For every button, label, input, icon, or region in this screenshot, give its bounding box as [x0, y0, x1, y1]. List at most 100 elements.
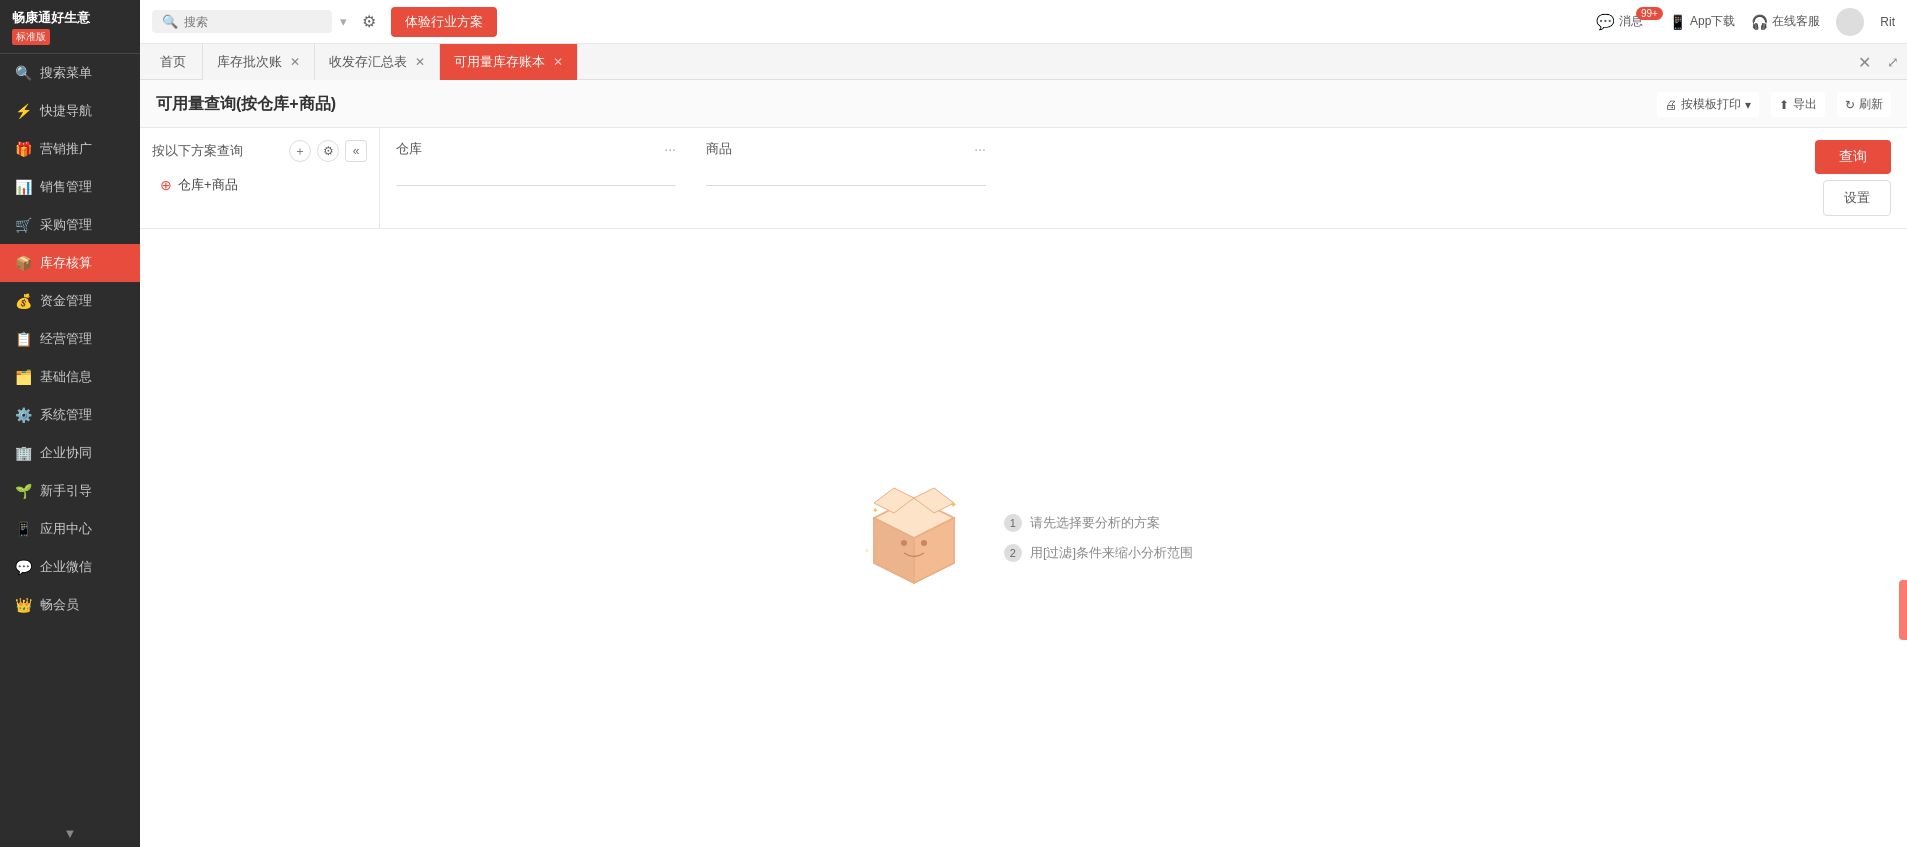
sidebar-item-label: 企业微信: [40, 558, 92, 576]
username-label: Rit: [1880, 15, 1895, 29]
app-download-button[interactable]: 📱 App下载: [1669, 13, 1735, 30]
sidebar-item-label: 采购管理: [40, 216, 92, 234]
export-button[interactable]: ⬆ 导出: [1771, 92, 1825, 117]
sidebar-item-sales[interactable]: 📊 销售管理: [0, 168, 140, 206]
app-download-label: App下载: [1690, 13, 1735, 30]
add-scheme-button[interactable]: ＋: [289, 140, 311, 162]
trial-industry-button[interactable]: 体验行业方案: [391, 7, 497, 37]
sidebar-item-label: 系统管理: [40, 406, 92, 424]
empty-tips: 1 请先选择要分析的方案 2 用[过滤]条件来缩小分析范围: [1004, 514, 1193, 562]
sidebar-item-label: 应用中心: [40, 520, 92, 538]
tip-text-1: 请先选择要分析的方案: [1030, 514, 1160, 532]
print-button[interactable]: 🖨 按模板打印 ▾: [1657, 92, 1759, 117]
warehouse-filter-field: 仓库 ···: [396, 140, 676, 186]
money-icon: 💰: [14, 293, 32, 309]
close-tab-available-ledger[interactable]: ✕: [553, 55, 563, 69]
cart-icon: 🛒: [14, 217, 32, 233]
sidebar-item-label: 销售管理: [40, 178, 92, 196]
product-more-button[interactable]: ···: [974, 141, 986, 157]
settings-button[interactable]: 设置: [1823, 180, 1891, 216]
chevron-down-icon[interactable]: ▾: [340, 14, 347, 29]
query-button[interactable]: 查询: [1815, 140, 1891, 174]
online-service-label: 在线客服: [1772, 13, 1820, 30]
gift-icon: 🎁: [14, 141, 32, 157]
sidebar-item-label: 企业协同: [40, 444, 92, 462]
sidebar-item-label: 库存核算: [40, 254, 92, 272]
sidebar-item-label: 畅会员: [40, 596, 79, 614]
close-tab-receive-summary[interactable]: ✕: [415, 55, 425, 69]
sidebar-item-label: 经营管理: [40, 330, 92, 348]
expand-tabs-button[interactable]: ⤢: [1887, 54, 1899, 70]
chat-icon: 💬: [14, 559, 32, 575]
chart-icon: 📊: [14, 179, 32, 195]
empty-box-svg: ✦ ✦ ✧: [854, 478, 974, 598]
filter-sidebar-actions: ＋ ⚙ «: [289, 140, 367, 162]
close-tab-batch-account[interactable]: ✕: [290, 55, 300, 69]
settings-scheme-button[interactable]: ⚙: [317, 140, 339, 162]
tab-receive-summary[interactable]: 收发存汇总表 ✕: [315, 44, 440, 80]
sidebar-item-purchase[interactable]: 🛒 采购管理: [0, 206, 140, 244]
product-input[interactable]: [706, 162, 986, 186]
filter-fields: 仓库 ··· 商品 ··· 查询 设置: [380, 128, 1907, 228]
message-badge: 99+: [1636, 7, 1663, 20]
sidebar-item-finance[interactable]: 💰 资金管理: [0, 282, 140, 320]
sidebar-item-label: 资金管理: [40, 292, 92, 310]
tip-num-1: 1: [1004, 514, 1022, 532]
brand-sub: 标准版: [12, 29, 50, 45]
avatar[interactable]: [1836, 8, 1864, 36]
topbar: 🔍 ▾ ⚙ 体验行业方案 💬 消息 99+ 📱 App下载 🎧 在线客服 Rit: [140, 0, 1907, 44]
close-all-tabs-button[interactable]: ✕: [1858, 52, 1871, 71]
warehouse-field-label: 仓库 ···: [396, 140, 676, 158]
filter-area: 按以下方案查询 ＋ ⚙ « ⊕ 仓库+商品 仓库 ···: [140, 128, 1907, 229]
edge-scrollbar[interactable]: [1899, 580, 1907, 640]
sidebar-item-corp[interactable]: 🏢 企业协同: [0, 434, 140, 472]
tab-batch-account[interactable]: 库存批次账 ✕: [203, 44, 315, 80]
svg-point-6: [901, 540, 907, 546]
sidebar-item-label: 基础信息: [40, 368, 92, 386]
page-header: 可用量查询(按仓库+商品) 🖨 按模板打印 ▾ ⬆ 导出 ↻ 刷新: [140, 80, 1907, 128]
sidebar-header: 畅康通好生意 标准版: [0, 0, 140, 54]
sidebar-item-system[interactable]: ⚙️ 系统管理: [0, 396, 140, 434]
sidebar-scroll-down[interactable]: ▼: [0, 820, 140, 847]
empty-state: ✦ ✦ ✧ 1 请先选择要分析的方案 2 用[过滤]条件来缩小分析范围: [140, 229, 1907, 847]
filter-section-label: 按以下方案查询: [152, 142, 243, 160]
refresh-button[interactable]: ↻ 刷新: [1837, 92, 1891, 117]
svg-text:✧: ✧: [864, 547, 870, 554]
sidebar-item-label: 新手引导: [40, 482, 92, 500]
sidebar-item-quick[interactable]: ⚡ 快捷导航: [0, 92, 140, 130]
sidebar-item-newbie[interactable]: 🌱 新手引导: [0, 472, 140, 510]
topbar-right: 💬 消息 99+ 📱 App下载 🎧 在线客服 Rit: [1596, 8, 1895, 36]
sidebar-item-operations[interactable]: 📋 经营管理: [0, 320, 140, 358]
sidebar-item-member[interactable]: 👑 畅会员: [0, 586, 140, 624]
topbar-search-box[interactable]: 🔍: [152, 10, 332, 33]
tab-available-ledger[interactable]: 可用量库存账本 ✕: [440, 44, 578, 80]
warehouse-input[interactable]: [396, 162, 676, 186]
sidebar-item-appstore[interactable]: 📱 应用中心: [0, 510, 140, 548]
sidebar-item-search[interactable]: 🔍 搜索菜单: [0, 54, 140, 92]
page-content: 可用量查询(按仓库+商品) 🖨 按模板打印 ▾ ⬆ 导出 ↻ 刷新: [140, 80, 1907, 847]
collapse-scheme-button[interactable]: «: [345, 140, 367, 162]
folder-icon: 🗂️: [14, 369, 32, 385]
sidebar-item-wechat[interactable]: 💬 企业微信: [0, 548, 140, 586]
sidebar-item-marketing[interactable]: 🎁 营销推广: [0, 130, 140, 168]
message-button[interactable]: 💬 消息 99+: [1596, 13, 1653, 31]
settings-gear-button[interactable]: ⚙: [355, 8, 383, 36]
sidebar-item-base[interactable]: 🗂️ 基础信息: [0, 358, 140, 396]
warehouse-more-button[interactable]: ···: [664, 141, 676, 157]
search-icon: 🔍: [162, 14, 178, 29]
tab-home[interactable]: 首页: [144, 44, 203, 80]
chevron-down-icon: ▾: [1745, 98, 1751, 112]
product-filter-field: 商品 ···: [706, 140, 986, 186]
phone-icon: 📱: [1669, 14, 1686, 30]
search-icon: 🔍: [14, 65, 32, 81]
search-input[interactable]: [184, 15, 304, 29]
sidebar-item-label: 营销推广: [40, 140, 92, 158]
sidebar-item-inventory[interactable]: 📦 库存核算: [0, 244, 140, 282]
scheme-item-warehouse-product[interactable]: ⊕ 仓库+商品: [152, 170, 367, 200]
lightning-icon: ⚡: [14, 103, 32, 119]
svg-point-7: [921, 540, 927, 546]
online-service-button[interactable]: 🎧 在线客服: [1751, 13, 1820, 30]
tabbar: 首页 库存批次账 ✕ 收发存汇总表 ✕ 可用量库存账本 ✕ ✕ ⤢: [140, 44, 1907, 80]
headset-icon: 🎧: [1751, 14, 1768, 30]
brand-name: 畅康通好生意: [12, 10, 128, 27]
